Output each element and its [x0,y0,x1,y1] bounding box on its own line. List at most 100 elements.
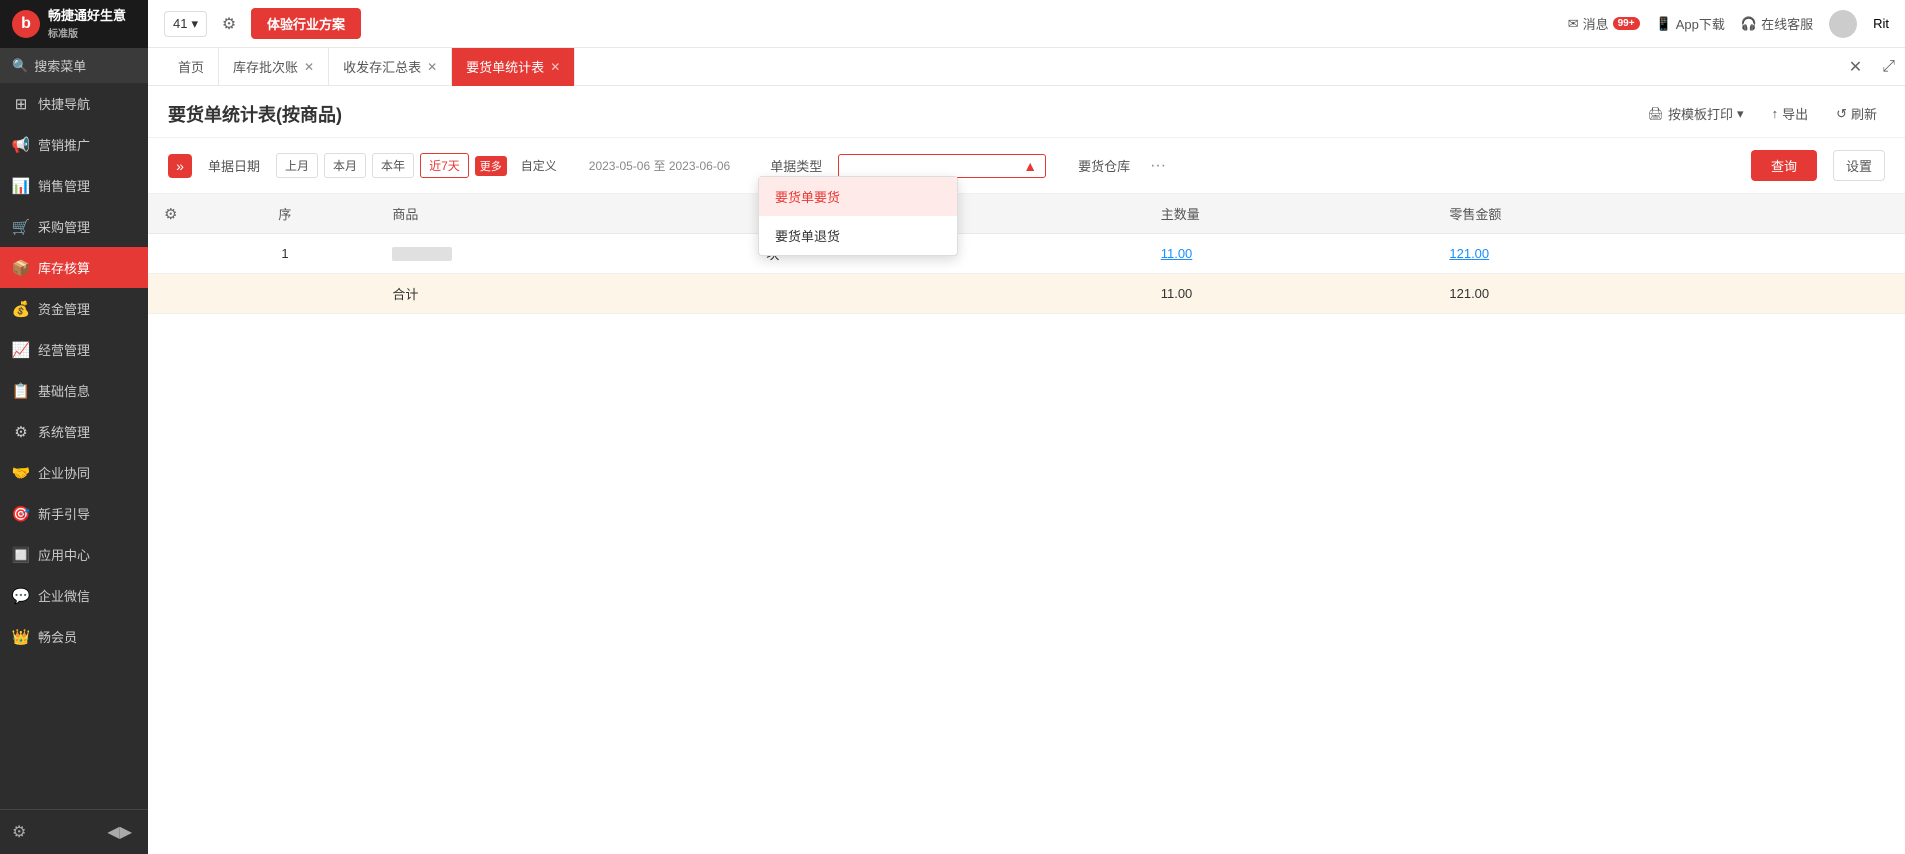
qty-link[interactable]: 11.00 [1161,246,1193,261]
app-download-action[interactable]: 📱 App下载 [1656,14,1725,33]
footer-empty3 [750,274,1144,314]
tab-order-stats[interactable]: 要货单统计表 ✕ [452,48,575,86]
expand-icon: » [176,158,184,174]
quick-nav-icon: ⊞ [12,95,30,113]
date-more-badge[interactable]: 更多 [475,156,507,176]
type-input[interactable] [847,158,1023,173]
operations-icon: 📈 [12,341,30,359]
purchase-icon: 🛒 [12,218,30,236]
sidebar-item-label: 快捷导航 [38,94,90,113]
amount-link[interactable]: 121.00 [1449,246,1489,261]
tab-inventory-batch[interactable]: 库存批次账 ✕ [219,48,329,86]
footer-label: 合计 [376,274,750,314]
sidebar-item-label: 资金管理 [38,299,90,318]
sidebar-item-label: 库存核算 [38,258,90,277]
tab-fullscreen-btn[interactable]: ⤢ [1872,48,1905,86]
date-last-month[interactable]: 上月 [276,153,318,178]
sidebar-item-operations[interactable]: 📈 经营管理 [0,329,148,370]
sidebar-item-system[interactable]: ⚙ 系统管理 [0,411,148,452]
sidebar-item-label: 新手引导 [38,504,90,523]
expand-btn[interactable]: » [168,154,192,178]
date-last-7-days[interactable]: 近7天 [420,153,469,178]
sidebar-item-apps[interactable]: 🔲 应用中心 [0,534,148,575]
date-this-year[interactable]: 本年 [372,153,414,178]
trial-button[interactable]: 体验行业方案 [251,8,361,39]
settings-bottom-icon[interactable]: ⚙ [12,822,26,842]
search-icon: 🔍 [12,58,28,74]
tab-shipreceive-close[interactable]: ✕ [427,60,437,74]
tab-inventory-batch-label: 库存批次账 [233,57,298,76]
sidebar-item-label: 营销推广 [38,135,90,154]
table-container: ⚙ 序 商品 主计量单位 主数量 零售金额 1 [148,194,1905,314]
date-custom[interactable]: 自定义 [513,154,565,177]
tab-home[interactable]: 首页 [164,48,219,86]
sidebar-item-basic[interactable]: 📋 基础信息 [0,370,148,411]
coop-icon: 🤝 [12,464,30,482]
type-label: 单据类型 [770,156,822,175]
date-range: 2023-05-06 至 2023-06-06 [589,157,730,174]
sidebar-item-coop[interactable]: 🤝 企业协同 [0,452,148,493]
dropdown-item-order-goods[interactable]: 要货单要货 [759,177,957,216]
logo-name: 畅捷通好生意 [48,8,126,25]
header-settings-btn[interactable]: ⚙ [215,10,243,38]
sidebar-item-vip[interactable]: 👑 畅会员 [0,616,148,657]
sidebar-item-finance[interactable]: 💰 资金管理 [0,288,148,329]
sidebar-item-label: 经营管理 [38,340,90,359]
type-chevron-up-icon[interactable]: ▲ [1023,158,1037,174]
search-menu[interactable]: 🔍 搜索菜单 [0,48,148,83]
wechat-icon: 💬 [12,587,30,605]
tab-shipreceive[interactable]: 收发存汇总表 ✕ [329,48,452,86]
sidebar-item-sales[interactable]: 📊 销售管理 [0,165,148,206]
marketing-icon: 📢 [12,136,30,154]
sidebar-collapse-btn[interactable]: ◀▶ [103,820,136,844]
main-area: 41 ▾ ⚙ 体验行业方案 ✉ 消息 99+ 📱 App下载 🎧 在线客服 Ri… [148,0,1905,854]
table-row: 1 块 11.00 121.00 [148,234,1905,274]
warehouse-label: 要货仓库 [1078,156,1130,175]
basic-icon: 📋 [12,382,30,400]
gear-icon[interactable]: ⚙ [164,206,177,223]
content: 要货单统计表(按商品) 🖨 按模板打印 ▾ ↑ 导出 ↺ 刷新 [148,86,1905,854]
cell-qty: 11.00 [1145,234,1434,274]
sidebar-item-inventory[interactable]: 📦 库存核算 [0,247,148,288]
settings-filter-button[interactable]: 设置 [1833,150,1885,181]
th-qty: 主数量 [1145,194,1434,234]
footer-amount: 121.00 [1433,274,1775,314]
avatar[interactable] [1829,10,1857,38]
tab-inventory-batch-close[interactable]: ✕ [304,60,314,74]
export-btn[interactable]: ↑ 导出 [1764,100,1817,127]
tab-close-all-btn[interactable]: ✕ [1839,48,1872,86]
phone-icon: 📱 [1656,16,1672,32]
cell-extra [1775,234,1905,274]
export-icon: ↑ [1772,106,1779,121]
refresh-btn[interactable]: ↺ 刷新 [1828,100,1885,127]
store-name: 41 [173,16,187,31]
headset-icon: 🎧 [1741,16,1757,32]
print-chevron: ▾ [1737,106,1744,122]
sidebar-item-quick-nav[interactable]: ⊞ 快捷导航 [0,83,148,124]
messages-action[interactable]: ✉ 消息 99+ [1568,14,1640,33]
sidebar-item-marketing[interactable]: 📢 营销推广 [0,124,148,165]
th-settings[interactable]: ⚙ [148,194,193,234]
warehouse-more-btn[interactable]: ··· [1150,157,1166,175]
type-dropdown: 要货单要货 要货单退货 [758,176,958,256]
search-label: 搜索菜单 [34,56,86,75]
table-body: 1 块 11.00 121.00 [148,234,1905,274]
query-button[interactable]: 查询 [1751,150,1817,181]
store-selector[interactable]: 41 ▾ [164,11,207,37]
sidebar-item-purchase[interactable]: 🛒 采购管理 [0,206,148,247]
date-label: 单据日期 [208,156,260,175]
online-service-action[interactable]: 🎧 在线客服 [1741,14,1813,33]
table-footer: 合计 11.00 121.00 [148,274,1905,314]
sidebar-item-wechat[interactable]: 💬 企业微信 [0,575,148,616]
cell-index: 1 [193,234,376,274]
sidebar-item-label: 基础信息 [38,381,90,400]
page-actions: 🖨 按模板打印 ▾ ↑ 导出 ↺ 刷新 [1640,100,1886,127]
tab-order-stats-close[interactable]: ✕ [550,60,560,74]
product-cell [392,247,734,261]
data-table: ⚙ 序 商品 主计量单位 主数量 零售金额 1 [148,194,1905,314]
sidebar-item-guide[interactable]: 🎯 新手引导 [0,493,148,534]
print-btn[interactable]: 🖨 按模板打印 ▾ [1640,100,1752,127]
date-this-month[interactable]: 本月 [324,153,366,178]
messages-badge: 99+ [1613,17,1640,30]
dropdown-item-order-return[interactable]: 要货单退货 [759,216,957,255]
